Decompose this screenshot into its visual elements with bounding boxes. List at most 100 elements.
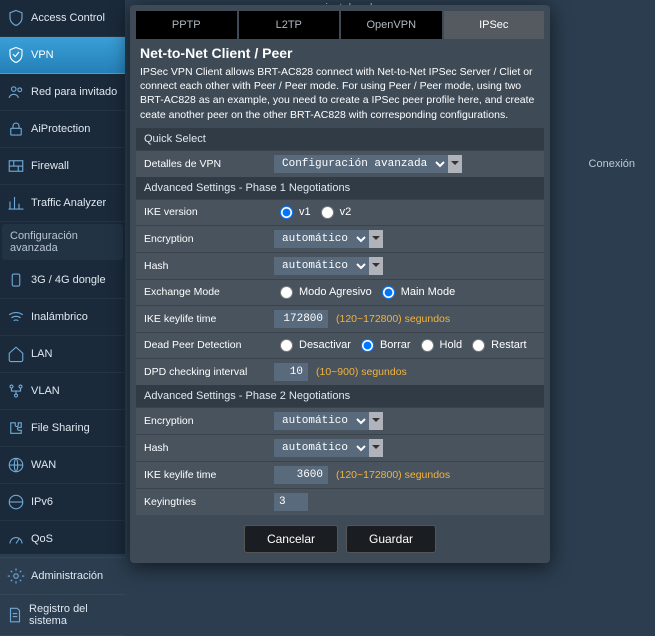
input-keyingtries[interactable] <box>274 493 308 511</box>
shield-check-icon <box>6 45 26 65</box>
tab-openvpn[interactable]: OpenVPN <box>341 11 442 39</box>
select-encryption-p1[interactable]: automático <box>274 230 383 248</box>
dongle-icon <box>6 270 26 290</box>
shield-icon <box>6 8 26 28</box>
radio-dpd-clear[interactable] <box>361 339 374 352</box>
sidebar-item-3g4g[interactable]: 3G / 4G dongle <box>0 262 125 299</box>
tab-pptp[interactable]: PPTP <box>136 11 237 39</box>
gauge-icon <box>6 529 26 549</box>
sidebar-item-syslog[interactable]: Registro del sistema <box>0 595 125 636</box>
sidebar-item-label: VPN <box>31 49 54 61</box>
label-dpd: Dead Peer Detection <box>144 339 274 351</box>
input-ike-keylife-p1[interactable] <box>274 310 328 328</box>
label-ike-version: IKE version <box>144 206 274 218</box>
save-button[interactable]: Guardar <box>346 525 436 553</box>
sidebar-section-advanced: Configuración avanzada <box>2 224 123 260</box>
label-encryption: Encryption <box>144 233 274 245</box>
column-header-connection: Conexión <box>589 158 635 170</box>
hint-text: (120~172800) segundos <box>336 469 450 481</box>
chevron-down-icon <box>369 439 383 457</box>
sidebar-item-admin[interactable]: Administración <box>0 558 125 595</box>
select-vpn-details[interactable]: Configuración avanzada <box>274 155 462 173</box>
sidebar-item-ipv6[interactable]: IPv6 <box>0 484 125 521</box>
tab-ipsec[interactable]: IPSec <box>444 11 545 39</box>
radio-label: Restart <box>491 339 526 351</box>
sidebar-item-label: File Sharing <box>31 422 90 434</box>
label-hash: Hash <box>144 260 274 272</box>
sidebar-item-label: Traffic Analyzer <box>31 197 106 209</box>
radio-main-mode[interactable] <box>382 286 395 299</box>
radio-dpd-restart[interactable] <box>472 339 485 352</box>
radio-label: Hold <box>440 339 463 351</box>
sidebar-item-label: LAN <box>31 348 52 360</box>
sidebar-item-access-control[interactable]: Access Control <box>0 0 125 37</box>
sidebar-item-label: 3G / 4G dongle <box>31 274 106 286</box>
chevron-down-icon <box>369 412 383 430</box>
label-ike-keylife: IKE keylife time <box>144 469 274 481</box>
firewall-icon <box>6 156 26 176</box>
sidebar-item-label: WAN <box>31 459 56 471</box>
select-hash-p2[interactable]: automático <box>274 439 383 457</box>
sidebar-item-label: Administración <box>31 570 103 582</box>
chart-icon <box>6 193 26 213</box>
panel-title: Net-to-Net Client / Peer <box>140 45 540 61</box>
sidebar-item-label: AiProtection <box>31 123 90 135</box>
protocol-tabs: PPTP L2TP OpenVPN IPSec <box>136 11 544 39</box>
panel-description: IPSec VPN Client allows BRT-AC828 connec… <box>136 65 544 128</box>
sidebar-item-firewall[interactable]: Firewall <box>0 148 125 185</box>
radio-ike-v2[interactable] <box>321 206 334 219</box>
label-vpn-details: Detalles de VPN <box>144 158 274 170</box>
label-exchange-mode: Exchange Mode <box>144 286 274 298</box>
input-ike-keylife-p2[interactable] <box>274 466 328 484</box>
sidebar-item-lan[interactable]: LAN <box>0 336 125 373</box>
sidebar-item-qos[interactable]: QoS <box>0 521 125 558</box>
radio-ike-v1[interactable] <box>280 206 293 219</box>
sidebar-item-label: Registro del sistema <box>29 603 119 627</box>
sidebar-item-vpn[interactable]: VPN <box>0 37 125 74</box>
sidebar-item-guest-network[interactable]: Red para invitado <box>0 74 125 111</box>
radio-label: v1 <box>299 206 311 218</box>
tab-l2tp[interactable]: L2TP <box>239 11 340 39</box>
chevron-down-icon <box>448 155 462 173</box>
sidebar-item-label: Access Control <box>31 12 105 24</box>
puzzle-icon <box>6 418 26 438</box>
sidebar-item-aiprotection[interactable]: AiProtection <box>0 111 125 148</box>
select-encryption-p2[interactable]: automático <box>274 412 383 430</box>
label-keyingtries: Keyingtries <box>144 496 274 508</box>
globe-icon <box>6 492 26 512</box>
radio-label: Desactivar <box>299 339 351 351</box>
section-phase2: Advanced Settings - Phase 2 Negotiations <box>136 385 544 407</box>
sidebar-item-wan[interactable]: WAN <box>0 447 125 484</box>
sidebar-item-label: Red para invitado <box>31 86 117 98</box>
vpn-settings-panel: PPTP L2TP OpenVPN IPSec Net-to-Net Clien… <box>130 5 550 563</box>
input-dpd-interval[interactable] <box>274 363 308 381</box>
sidebar-item-label: IPv6 <box>31 496 53 508</box>
sidebar-item-wireless[interactable]: Inalámbrico <box>0 299 125 336</box>
sidebar-item-label: QoS <box>31 533 53 545</box>
label-dpd-interval: DPD checking interval <box>144 366 274 378</box>
hint-text: (10~900) segundos <box>316 366 407 378</box>
lock-icon <box>6 119 26 139</box>
chevron-down-icon <box>369 230 383 248</box>
radio-label: Main Mode <box>401 286 455 298</box>
vlan-icon <box>6 381 26 401</box>
sidebar-item-label: Inalámbrico <box>31 311 88 323</box>
sidebar-item-vlan[interactable]: VLAN <box>0 373 125 410</box>
sidebar-item-filesharing[interactable]: File Sharing <box>0 410 125 447</box>
radio-dpd-disable[interactable] <box>280 339 293 352</box>
cancel-button[interactable]: Cancelar <box>244 525 338 553</box>
radio-label: Borrar <box>380 339 411 351</box>
radio-aggressive-mode[interactable] <box>280 286 293 299</box>
wifi-icon <box>6 307 26 327</box>
gear-icon <box>6 566 26 586</box>
chevron-down-icon <box>369 257 383 275</box>
sidebar: Access Control VPN Red para invitado AiP… <box>0 0 125 554</box>
radio-dpd-hold[interactable] <box>421 339 434 352</box>
content-area: ner que instalar el ion, conéctese. Cone… <box>125 0 655 554</box>
select-hash-p1[interactable]: automático <box>274 257 383 275</box>
globe-icon <box>6 455 26 475</box>
radio-label: Modo Agresivo <box>299 286 372 298</box>
label-hash: Hash <box>144 442 274 454</box>
sidebar-item-traffic-analyzer[interactable]: Traffic Analyzer <box>0 185 125 222</box>
radio-label: v2 <box>340 206 352 218</box>
